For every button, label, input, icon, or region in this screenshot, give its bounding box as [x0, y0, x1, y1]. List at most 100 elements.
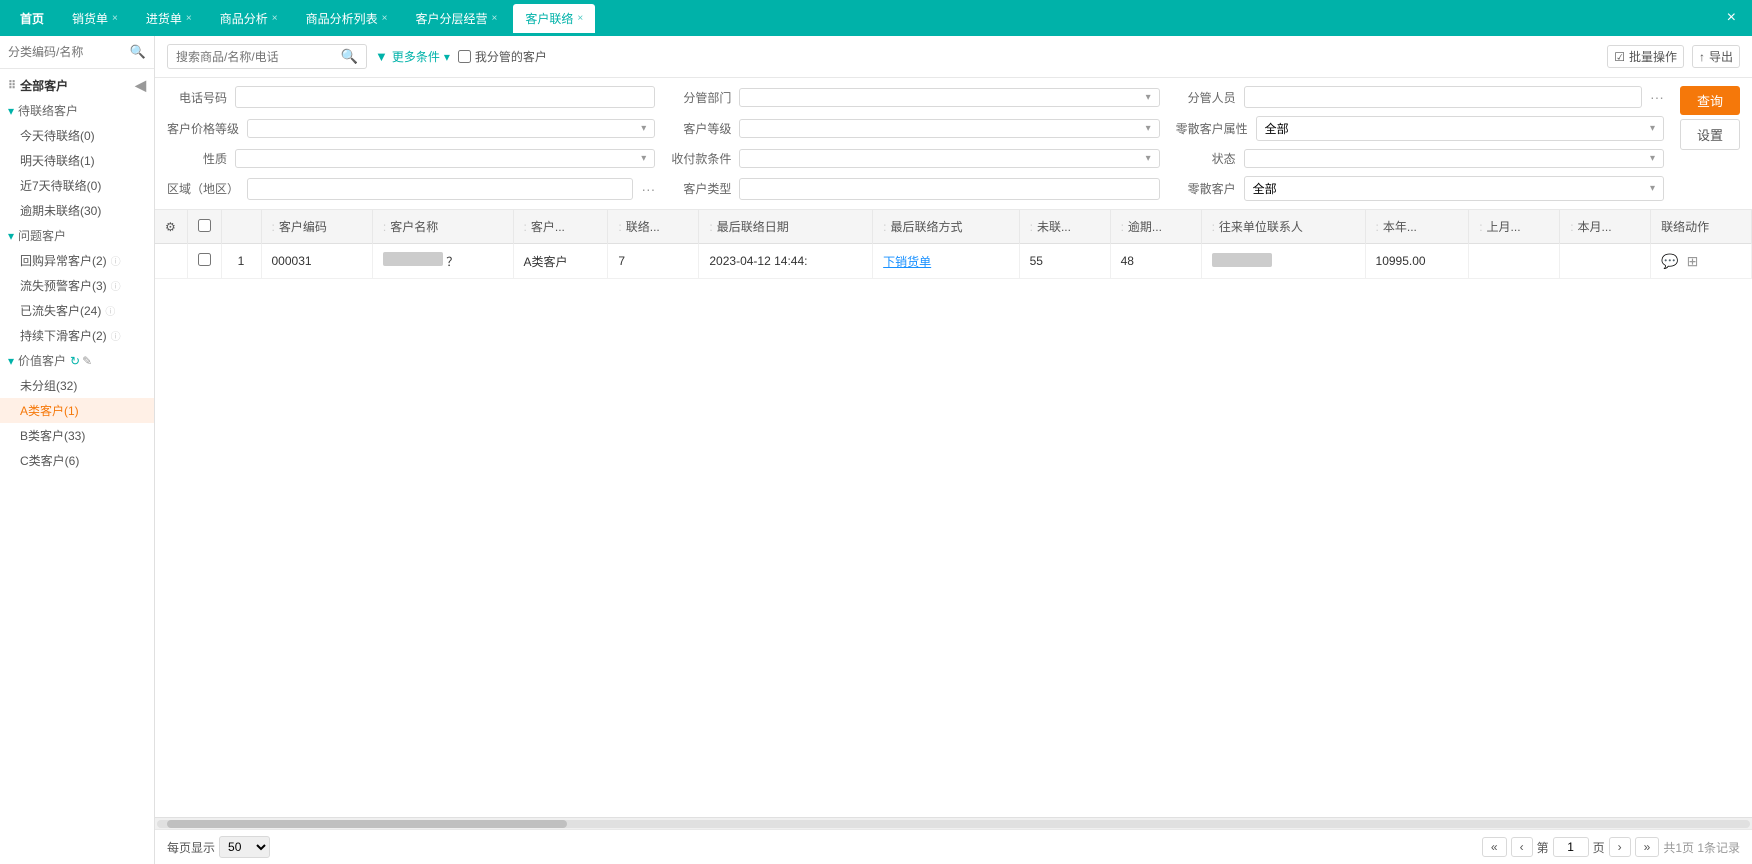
sidebar-item-declining[interactable]: 持续下滑客户(2) ⓘ: [0, 323, 154, 348]
sidebar-item-class-c[interactable]: C类客户(6): [0, 448, 154, 473]
sidebar-item-7days[interactable]: 近7天待联络(0): [0, 173, 154, 198]
cell-this-year: 10995.00: [1365, 244, 1469, 279]
scrollbar-thumb[interactable]: [167, 820, 567, 828]
set-button[interactable]: 设置: [1680, 119, 1740, 150]
dept-arrow-icon: ▾: [1146, 92, 1151, 103]
col-contact: :联络...: [608, 210, 699, 244]
close-analysis-icon[interactable]: ×: [272, 13, 278, 24]
chat-icon[interactable]: 💬: [1661, 253, 1678, 270]
sidebar-item-class-b[interactable]: B类客户(33): [0, 423, 154, 448]
close-analysis-list-icon[interactable]: ×: [382, 13, 388, 24]
nav-tab-customer-contact[interactable]: 客户联络 ×: [513, 4, 595, 33]
sidebar-group-pending[interactable]: ▾ 待联络客户: [0, 98, 154, 123]
col-last-contact-date: :最后联络日期: [699, 210, 873, 244]
col-gear[interactable]: ⚙: [155, 210, 187, 244]
nav-tab-analysis-list[interactable]: 商品分析列表 ×: [294, 4, 400, 33]
payment-select[interactable]: ▾: [739, 149, 1159, 168]
nature-select[interactable]: ▾: [235, 149, 655, 168]
close-sales-icon[interactable]: ×: [112, 13, 118, 24]
sidebar-collapse-icon[interactable]: ◀: [135, 77, 146, 94]
close-customer-tier-icon[interactable]: ×: [491, 13, 497, 24]
sidebar-item-churned[interactable]: 已流失客户(24) ⓘ: [0, 298, 154, 323]
cell-last-contact-method: 下销货单: [873, 244, 1019, 279]
price-tier-select[interactable]: ▾: [247, 119, 655, 138]
filter-row-2: 客户价格等级 ▾ 客户等级 ▾: [167, 116, 1664, 141]
customer-contact-label: 客户联络: [525, 10, 573, 27]
last-page-btn[interactable]: »: [1635, 837, 1660, 857]
page-size-select[interactable]: 50 100: [219, 836, 270, 858]
filter-field-person: 分管人员 ···: [1176, 86, 1664, 108]
sidebar-search-icon[interactable]: 🔍: [130, 44, 146, 60]
sidebar-item-repurchase-abnormal[interactable]: 回购异常客户(2) ⓘ: [0, 248, 154, 273]
person-input[interactable]: [1244, 86, 1642, 108]
sidebar-group-problem[interactable]: ▾ 问题客户: [0, 223, 154, 248]
row-checkbox[interactable]: [198, 253, 211, 266]
sidebar-item-today[interactable]: 今天待联络(0): [0, 123, 154, 148]
sidebar-item-churn-warning[interactable]: 流失预警客户(3) ⓘ: [0, 273, 154, 298]
filter-row-3: 性质 ▾ 收付款条件 ▾: [167, 149, 1664, 168]
analysis-list-label: 商品分析列表: [306, 10, 378, 27]
cell-actions: 💬 ⊞: [1651, 244, 1752, 279]
last-contact-method-link[interactable]: 下销货单: [883, 255, 931, 269]
my-customers-checkbox[interactable]: [458, 50, 471, 63]
more-filters-btn[interactable]: ▼ 更多条件 ▾: [375, 48, 450, 65]
select-all-checkbox[interactable]: [198, 219, 211, 232]
refresh-icon[interactable]: ↻: [70, 354, 80, 368]
col-this-month: :本月...: [1560, 210, 1651, 244]
col-code-sep: :: [272, 220, 275, 234]
customer-type-input[interactable]: [739, 178, 1159, 200]
export-label: 导出: [1709, 48, 1733, 65]
churned-label: 已流失客户(24): [20, 302, 101, 319]
sidebar-group-value[interactable]: ▾ 价值客户 ↻ ✎: [0, 348, 154, 373]
sidebar-item-class-a[interactable]: A类客户(1): [0, 398, 154, 423]
value-arrow-icon: ▾: [8, 354, 14, 368]
close-all-btn[interactable]: ×: [1719, 5, 1744, 31]
sidebar-item-overdue[interactable]: 逾期未联络(30): [0, 198, 154, 223]
pagination: « ‹ 第 页 › » 共1页 1条记录: [1482, 837, 1740, 857]
sidebar-search-input[interactable]: [8, 45, 130, 59]
toolbar: 🔍 ▼ 更多条件 ▾ 我分管的客户 ☑ 批量操作 ↑ 导出: [155, 36, 1752, 78]
page-size-label: 每页显示: [167, 839, 215, 856]
nav-tab-sales[interactable]: 销货单 ×: [60, 4, 130, 33]
nav-tab-analysis[interactable]: 商品分析 ×: [208, 4, 290, 33]
query-button[interactable]: 查询: [1680, 86, 1740, 115]
qr-icon[interactable]: ⊞: [1687, 253, 1699, 270]
col-last-contact-method: :最后联络方式: [873, 210, 1019, 244]
col-this-year: :本年...: [1365, 210, 1469, 244]
price-tier-arrow-icon: ▾: [641, 123, 646, 134]
region-input[interactable]: [247, 178, 633, 200]
status-select[interactable]: ▾: [1244, 149, 1664, 168]
close-purchase-icon[interactable]: ×: [186, 13, 192, 24]
current-page-input[interactable]: [1553, 837, 1589, 857]
nav-tab-home[interactable]: 首页: [8, 4, 56, 33]
close-customer-contact-icon[interactable]: ×: [577, 13, 583, 24]
customer-name-blurred: [383, 252, 443, 266]
dept-select[interactable]: ▾: [739, 88, 1159, 107]
content-area: 🔍 ▼ 更多条件 ▾ 我分管的客户 ☑ 批量操作 ↑ 导出: [155, 36, 1752, 864]
pending-arrow-icon: ▾: [8, 104, 14, 118]
export-btn[interactable]: ↑ 导出: [1692, 45, 1740, 68]
phone-input[interactable]: [235, 86, 655, 108]
declining-label: 持续下滑客户(2): [20, 327, 107, 344]
retail-attr-select[interactable]: 全部 ▾: [1256, 116, 1664, 141]
batch-op-btn[interactable]: ☑ 批量操作: [1607, 45, 1684, 68]
nav-tab-purchase[interactable]: 进货单 ×: [134, 4, 204, 33]
customer-tier-label: 客户等级: [671, 120, 731, 137]
edit-icon[interactable]: ✎: [82, 354, 92, 368]
search-input[interactable]: [176, 50, 341, 64]
horizontal-scrollbar[interactable]: [155, 817, 1752, 829]
retail-value: 全部: [1253, 180, 1277, 197]
all-customers-header[interactable]: ⠿ 全部客户 ◀: [0, 69, 154, 98]
customer-tier-select[interactable]: ▾: [739, 119, 1159, 138]
sidebar-item-tomorrow[interactable]: 明天待联络(1): [0, 148, 154, 173]
person-dots-icon[interactable]: ···: [1650, 89, 1664, 105]
toolbar-search-icon[interactable]: 🔍: [341, 48, 358, 65]
my-customers-wrap: 我分管的客户: [458, 48, 547, 65]
sidebar-item-unclassified[interactable]: 未分组(32): [0, 373, 154, 398]
next-page-btn[interactable]: ›: [1609, 837, 1631, 857]
retail-select[interactable]: 全部 ▾: [1244, 176, 1664, 201]
prev-page-btn[interactable]: ‹: [1511, 837, 1533, 857]
nav-tab-customer-tier[interactable]: 客户分层经营 ×: [403, 4, 509, 33]
first-page-btn[interactable]: «: [1482, 837, 1507, 857]
region-dots-icon[interactable]: ···: [641, 181, 655, 197]
